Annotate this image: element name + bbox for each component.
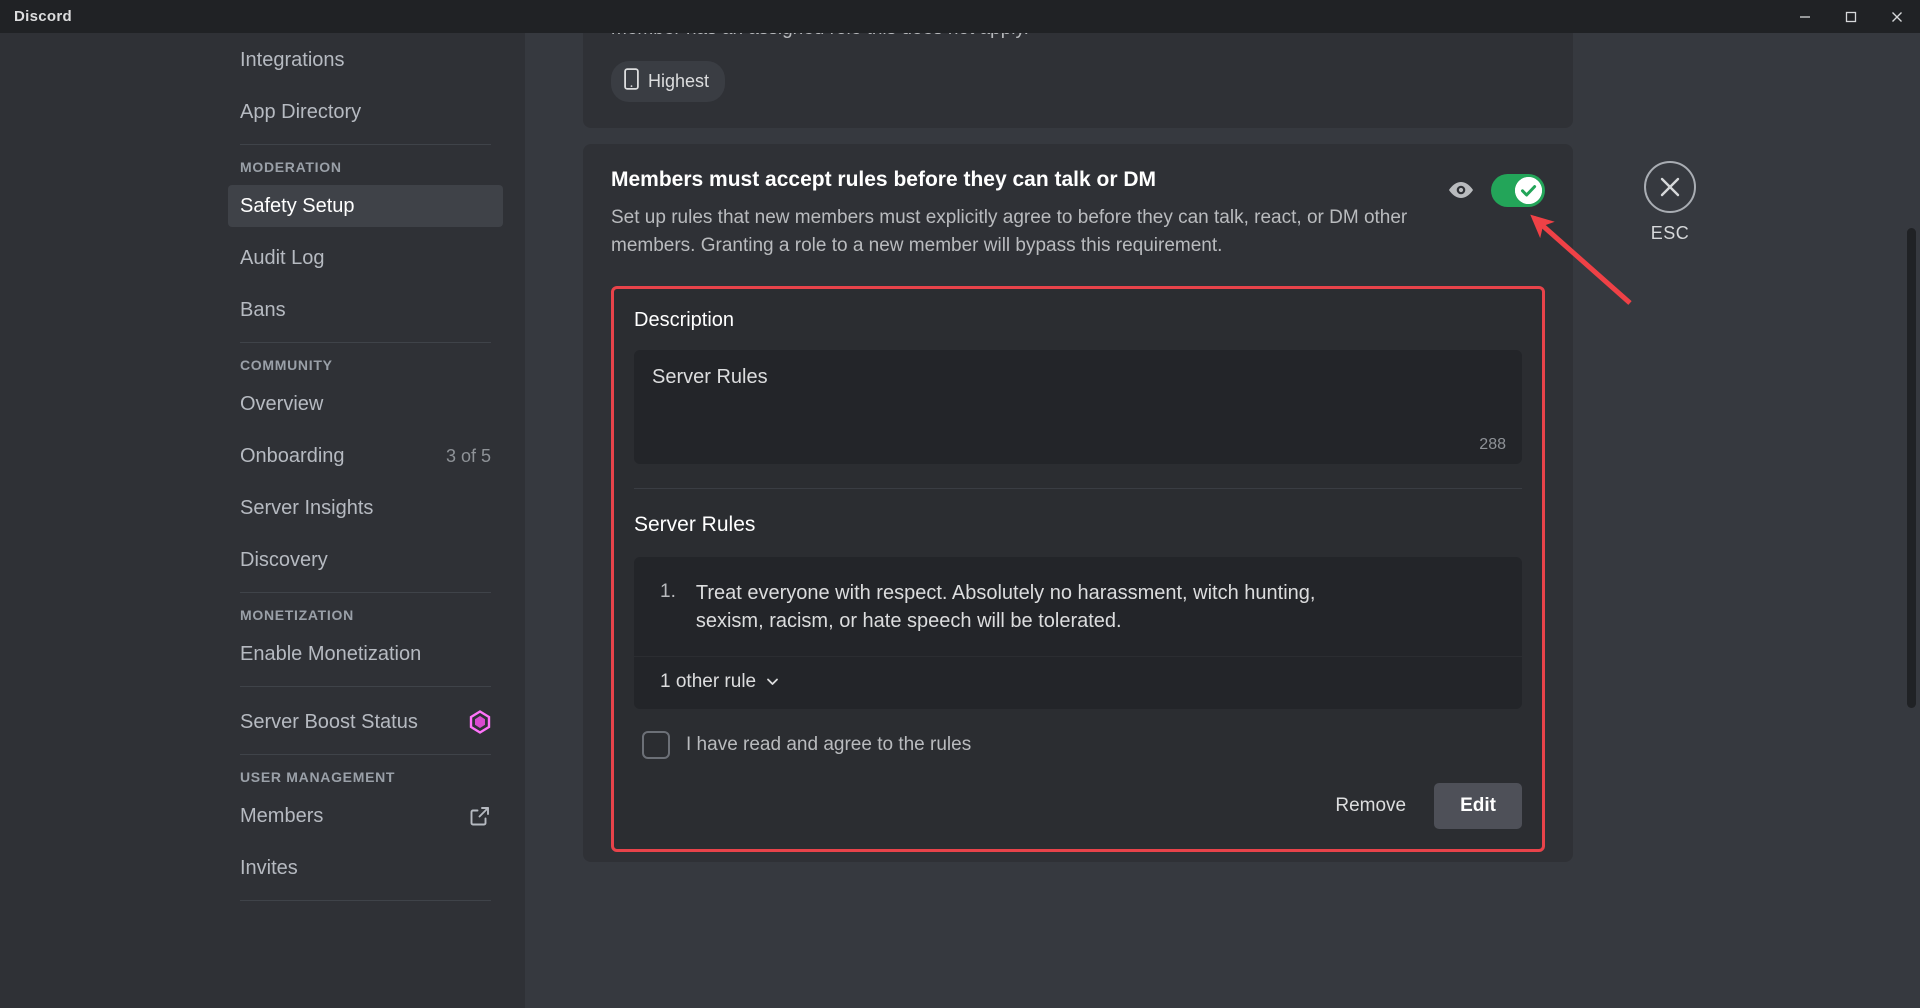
sidebar-divider bbox=[240, 144, 491, 145]
settings-sidebar: Integrations App Directory MODERATION Sa… bbox=[0, 33, 525, 1008]
rules-card-title: Members must accept rules before they ca… bbox=[611, 167, 1157, 191]
sidebar-item-members[interactable]: Members bbox=[228, 795, 503, 837]
rules-card-controls bbox=[1447, 168, 1545, 207]
sidebar-item-overview[interactable]: Overview bbox=[228, 383, 503, 425]
maximize-icon bbox=[1845, 11, 1857, 22]
other-rules-label: 1 other rule bbox=[660, 670, 757, 692]
rule-text: Treat everyone with respect. Absolutely … bbox=[695, 581, 1316, 633]
external-link-icon bbox=[469, 805, 491, 827]
sidebar-item-label: Safety Setup bbox=[240, 194, 355, 217]
rule-item: 1. Treat everyone with respect. Absolute… bbox=[634, 556, 1522, 656]
maximize-button[interactable] bbox=[1828, 0, 1874, 33]
sidebar-divider bbox=[240, 592, 491, 593]
server-rules-section: Server Rules 1. Treat everyone with resp… bbox=[614, 513, 1542, 759]
mobile-phone-icon bbox=[624, 67, 639, 95]
server-rules-title: Server Rules bbox=[634, 512, 756, 536]
sidebar-item-audit-log[interactable]: Audit Log bbox=[228, 237, 503, 279]
eye-icon[interactable] bbox=[1447, 180, 1475, 200]
sidebar-divider bbox=[240, 686, 491, 687]
minimize-button[interactable] bbox=[1782, 0, 1828, 33]
sidebar-item-server-insights[interactable]: Server Insights bbox=[228, 487, 503, 529]
sidebar-section-header-moderation: MODERATION bbox=[240, 159, 342, 175]
sidebar-section-header-user-management: USER MANAGEMENT bbox=[240, 769, 396, 785]
sidebar-divider bbox=[240, 342, 491, 343]
rules-editor-actions: Remove Edit bbox=[614, 759, 1542, 849]
close-icon bbox=[1892, 11, 1902, 22]
rules-screening-card: Members must accept rules before they ca… bbox=[583, 143, 1573, 862]
sidebar-item-bans[interactable]: Bans bbox=[228, 289, 503, 331]
sidebar-item-label: Onboarding bbox=[240, 444, 345, 467]
content-scrollbar[interactable] bbox=[1907, 228, 1916, 708]
verification-level-chip[interactable]: Highest bbox=[611, 60, 726, 102]
sidebar-item-label: Bans bbox=[240, 298, 286, 321]
sidebar-item-label: Invites bbox=[240, 856, 298, 879]
verification-level-chip-label: Highest bbox=[648, 70, 710, 91]
agree-label: I have read and agree to the rules bbox=[686, 733, 972, 755]
sidebar-item-label: Audit Log bbox=[240, 246, 325, 269]
sidebar-section-header-monetization: MONETIZATION bbox=[240, 607, 354, 623]
sidebar-item-label: Integrations bbox=[240, 48, 345, 71]
rule-number: 1. bbox=[660, 580, 676, 602]
sidebar-item-discovery[interactable]: Discovery bbox=[228, 539, 503, 581]
minimize-icon bbox=[1800, 15, 1810, 18]
sidebar-scroll-area[interactable]: Integrations App Directory MODERATION Sa… bbox=[0, 33, 525, 1008]
toggle-knob bbox=[1515, 176, 1542, 204]
sidebar-item-label: Members bbox=[240, 804, 324, 827]
settings-content: member has an assigned role this does no… bbox=[525, 33, 1920, 1008]
sidebar-item-enable-monetization[interactable]: Enable Monetization bbox=[228, 633, 503, 675]
verification-level-card: member has an assigned role this does no… bbox=[583, 33, 1573, 128]
window-titlebar: Discord bbox=[0, 0, 1920, 33]
sidebar-item-label: Enable Monetization bbox=[240, 642, 422, 665]
description-value: Server Rules bbox=[652, 365, 768, 388]
sidebar-item-server-boost-status[interactable]: Server Boost Status bbox=[228, 701, 503, 743]
server-boost-gem-icon bbox=[469, 710, 491, 734]
esc-label: ESC bbox=[1650, 223, 1690, 243]
sidebar-item-invites[interactable]: Invites bbox=[228, 847, 503, 889]
remove-button[interactable]: Remove bbox=[1329, 785, 1412, 827]
agree-checkbox[interactable] bbox=[642, 730, 670, 759]
rules-card-header: Members must accept rules before they ca… bbox=[611, 168, 1545, 260]
sidebar-item-onboarding[interactable]: Onboarding 3 of 5 bbox=[228, 435, 503, 477]
rules-card-description: Set up rules that new members must expli… bbox=[611, 206, 1408, 256]
other-rules-expander[interactable]: 1 other rule bbox=[634, 655, 1522, 709]
window-title: Discord bbox=[14, 8, 72, 25]
agreement-row: I have read and agree to the rules bbox=[634, 709, 1522, 759]
sidebar-item-label: App Directory bbox=[240, 100, 362, 123]
check-icon bbox=[1515, 176, 1542, 204]
description-input[interactable]: Server Rules 288 bbox=[634, 349, 1522, 464]
sidebar-item-label: Discovery bbox=[240, 548, 328, 571]
close-x-icon bbox=[1644, 161, 1696, 213]
verification-level-text: member has an assigned role this does no… bbox=[611, 33, 1545, 43]
onboarding-progress-count: 3 of 5 bbox=[445, 445, 491, 466]
rules-editor-highlight-region: Description Server Rules 288 Server Rule… bbox=[611, 285, 1545, 852]
sidebar-section-header-community: COMMUNITY bbox=[240, 357, 333, 373]
sidebar-item-safety-setup[interactable]: Safety Setup bbox=[228, 185, 503, 227]
window-controls bbox=[1782, 0, 1920, 33]
close-window-button[interactable] bbox=[1874, 0, 1920, 33]
safety-setup-panel: member has an assigned role this does no… bbox=[583, 33, 1573, 878]
section-divider bbox=[634, 487, 1522, 489]
description-section: Description Server Rules 288 bbox=[614, 289, 1542, 489]
close-settings-button[interactable]: ESC bbox=[1635, 161, 1705, 244]
sidebar-item-label: Overview bbox=[240, 392, 324, 415]
sidebar-item-label: Server Insights bbox=[240, 496, 374, 519]
sidebar-item-label: Server Boost Status bbox=[240, 710, 418, 733]
edit-button[interactable]: Edit bbox=[1434, 782, 1522, 829]
description-char-counter: 288 bbox=[1479, 435, 1506, 453]
rules-screening-toggle[interactable] bbox=[1491, 173, 1545, 207]
sidebar-item-integrations[interactable]: Integrations bbox=[228, 39, 503, 81]
sidebar-divider bbox=[240, 900, 491, 901]
sidebar-item-app-directory[interactable]: App Directory bbox=[228, 91, 503, 133]
chevron-down-icon bbox=[764, 673, 781, 690]
app-body: Integrations App Directory MODERATION Sa… bbox=[0, 33, 1920, 1008]
description-label: Description bbox=[634, 308, 735, 331]
sidebar-divider bbox=[240, 754, 491, 755]
